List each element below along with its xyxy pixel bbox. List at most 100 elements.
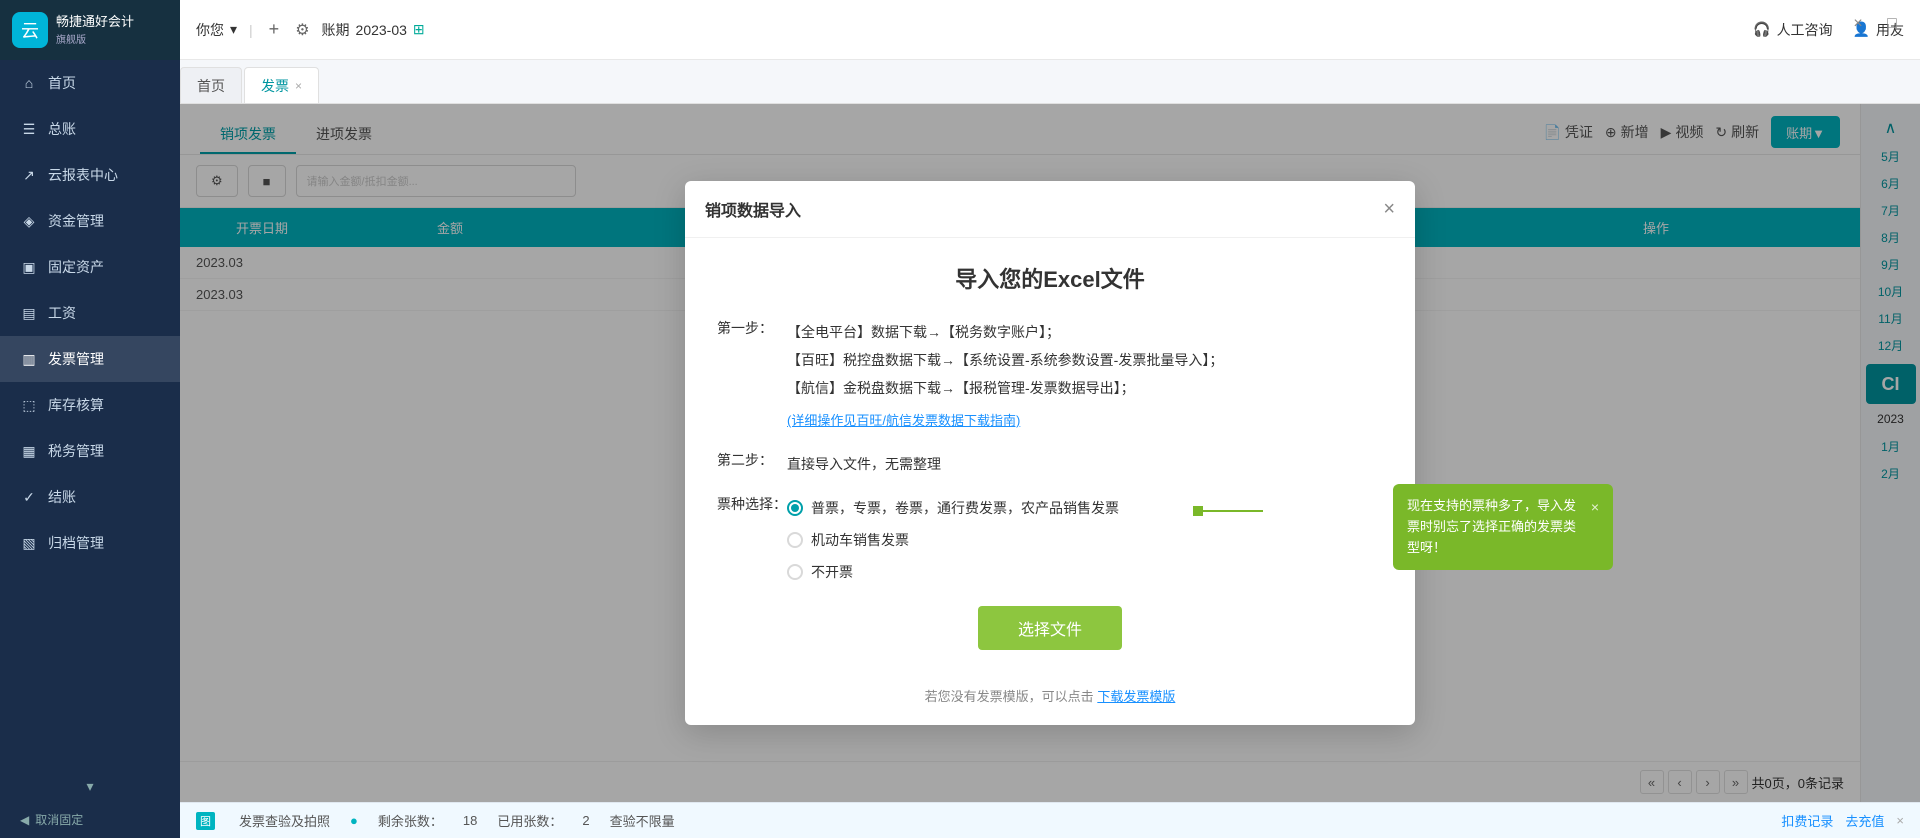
- tab-invoice-close[interactable]: ×: [295, 79, 302, 93]
- service-name: 发票查验及拍照: [239, 811, 330, 830]
- sidebar-item-tax[interactable]: ▦ 税务管理: [0, 428, 180, 474]
- topbar: 你您 ▾ | + ⚙ 账期 2023-03 ⊞ 🎧 人工咨询 👤 用友: [180, 0, 1920, 60]
- sidebar-item-report[interactable]: ↗ 云报表中心: [0, 152, 180, 198]
- ticket-type-row: 票种选择： 普票，专票，卷票，通行费发票，农产品销售发票 机动车销售发票: [717, 494, 1383, 582]
- modal-close-button[interactable]: ×: [1383, 199, 1395, 219]
- radio-no-ticket[interactable]: 不开票: [787, 562, 1119, 582]
- speaker-icon: ◀: [20, 813, 29, 827]
- asset-icon: ▣: [20, 258, 38, 276]
- sidebar-item-label: 云报表中心: [48, 165, 118, 185]
- tooltip-bubble: × 现在支持的票种多了，导入发票时别忘了选择正确的发票类型呀！: [1393, 484, 1613, 570]
- sidebar-item-label: 结账: [48, 487, 76, 507]
- period-value: 2023-03: [356, 22, 407, 38]
- used-value: 2: [582, 813, 589, 828]
- step1-guide-link[interactable]: (详细操作见百旺/航信发票数据下载指南): [787, 413, 1020, 428]
- step1-content: 【全电平台】数据下载→【税务数字账户】； 【百旺】税控盘数据下载→【系统设置-系…: [787, 318, 1383, 434]
- service-status-dot: ●: [350, 813, 358, 828]
- sidebar-item-label: 发票管理: [48, 349, 104, 369]
- remaining-label: 剩余张数：: [378, 811, 443, 830]
- tooltip-close-btn[interactable]: ×: [1591, 496, 1599, 518]
- radio-circle-normal: [787, 500, 803, 516]
- recharge-record-link[interactable]: 扣费记录: [1781, 811, 1833, 830]
- tab-invoice-label: 发票: [261, 76, 289, 96]
- tabbar: 首页 发票 ×: [180, 60, 1920, 104]
- sidebar: 云 畅捷通好会计 旗舰版 ⌂ 首页 ☰ 总账 ↗ 云报表中心 ◈ 资金管理: [0, 0, 180, 838]
- window-controls: × □: [1846, 12, 1904, 36]
- tab-invoice[interactable]: 发票 ×: [244, 67, 319, 103]
- modal-overlay: 销项数据导入 × 导入您的Excel文件 第一步： 【全电平台】数据下载→【税务…: [180, 104, 1920, 802]
- sidebar-item-settle[interactable]: ✓ 结账: [0, 474, 180, 520]
- tooltip-line: [1203, 510, 1263, 512]
- sidebar-item-inventory[interactable]: ⬚ 库存核算: [0, 382, 180, 428]
- tooltip-text: 现在支持的票种多了，导入发票时别忘了选择正确的发票类型呀！: [1407, 498, 1576, 555]
- sidebar-item-invoice[interactable]: ▥ 发票管理: [0, 336, 180, 382]
- sidebar-nav: ⌂ 首页 ☰ 总账 ↗ 云报表中心 ◈ 资金管理 ▣ 固定资产 ▤ 工资: [0, 60, 180, 772]
- status-bar: 图 发票查验及拍照 ● 剩余张数： 18 已用张数： 2 查验不限量 扣费记录 …: [180, 802, 1920, 838]
- content-area: 销项发票 进项发票 📄 凭证 ⊕ 新增: [180, 104, 1920, 802]
- radio-normal-ticket[interactable]: 普票，专票，卷票，通行费发票，农产品销售发票: [787, 498, 1119, 518]
- service-button[interactable]: 🎧 人工咨询: [1753, 20, 1832, 40]
- modal-header: 销项数据导入 ×: [685, 181, 1415, 238]
- topbar-separator: |: [249, 22, 253, 38]
- sidebar-item-salary[interactable]: ▤ 工资: [0, 290, 180, 336]
- step1-line1: 【全电平台】数据下载→【税务数字账户】；: [787, 318, 1383, 346]
- tooltip-connector: [1193, 506, 1263, 516]
- import-modal: 销项数据导入 × 导入您的Excel文件 第一步： 【全电平台】数据下载→【税务…: [685, 181, 1415, 725]
- sidebar-item-asset[interactable]: ▣ 固定资产: [0, 244, 180, 290]
- sidebar-item-fund[interactable]: ◈ 资金管理: [0, 198, 180, 244]
- status-bar-close[interactable]: ×: [1896, 813, 1904, 828]
- sidebar-item-home[interactable]: ⌂ 首页: [0, 60, 180, 106]
- doc-icon: 图: [196, 812, 215, 830]
- radio-normal-label: 普票，专票，卷票，通行费发票，农产品销售发票: [811, 498, 1119, 518]
- logo-icon: 云: [12, 12, 48, 48]
- download-template-link[interactable]: 下载发票模版: [1097, 689, 1175, 704]
- settings-icon[interactable]: ⚙: [295, 20, 309, 40]
- sidebar-item-label: 固定资产: [48, 257, 104, 277]
- add-tab-button[interactable]: +: [265, 15, 284, 44]
- calendar-icon[interactable]: ⊞: [413, 21, 425, 38]
- sidebar-item-label: 归档管理: [48, 533, 104, 553]
- radio-vehicle-ticket[interactable]: 机动车销售发票: [787, 530, 1119, 550]
- period-label: 账期: [322, 20, 350, 40]
- tab-home[interactable]: 首页: [180, 67, 242, 103]
- report-icon: ↗: [20, 166, 38, 184]
- company-name: 你您: [196, 20, 224, 40]
- company-selector[interactable]: 你您 ▾: [196, 20, 237, 40]
- sidebar-item-archive[interactable]: ▧ 归档管理: [0, 520, 180, 566]
- remaining-value: 18: [463, 813, 477, 828]
- modal-title: 销项数据导入: [705, 197, 801, 221]
- radio-no-label: 不开票: [811, 562, 853, 582]
- window-close-btn[interactable]: ×: [1846, 12, 1870, 36]
- tab-home-label: 首页: [197, 76, 225, 96]
- archive-icon: ▧: [20, 534, 38, 552]
- invoice-icon: ▥: [20, 350, 38, 368]
- step2-label: 第二步：: [717, 450, 787, 478]
- sidebar-bottom-label: 取消固定: [35, 811, 83, 828]
- sidebar-logo: 云 畅捷通好会计 旗舰版: [0, 0, 180, 60]
- radio-vehicle-label: 机动车销售发票: [811, 530, 909, 550]
- sidebar-item-ledger[interactable]: ☰ 总账: [0, 106, 180, 152]
- sidebar-item-label: 库存核算: [48, 395, 104, 415]
- sidebar-item-label: 总账: [48, 119, 76, 139]
- sidebar-unpin-btn[interactable]: ◀ 取消固定: [0, 801, 180, 838]
- check-label: 查验不限量: [610, 811, 675, 830]
- sidebar-item-label: 资金管理: [48, 211, 104, 231]
- select-file-row: 选择文件: [717, 606, 1383, 650]
- logo-sub: 旗舰版: [56, 31, 134, 46]
- ticket-radio-group: 普票，专票，卷票，通行费发票，农产品销售发票 机动车销售发票 不开票: [787, 498, 1119, 582]
- salary-icon: ▤: [20, 304, 38, 322]
- modal-footer: 若您没有发票模版，可以点击 下载发票模版: [685, 686, 1415, 725]
- radio-circle-no: [787, 564, 803, 580]
- select-file-button[interactable]: 选择文件: [978, 606, 1122, 650]
- sidebar-item-label: 税务管理: [48, 441, 104, 461]
- radio-circle-vehicle: [787, 532, 803, 548]
- go-charge-link[interactable]: 去充值: [1845, 811, 1884, 830]
- sidebar-item-label: 首页: [48, 73, 76, 93]
- step1-row: 第一步： 【全电平台】数据下载→【税务数字账户】； 【百旺】税控盘数据下载→【系…: [717, 318, 1383, 434]
- step1-line3: 【航信】金税盘数据下载→【报税管理-发票数据导出】；: [787, 374, 1383, 402]
- window-maximize-btn[interactable]: □: [1880, 12, 1904, 36]
- footer-text: 若您没有发票模版，可以点击: [925, 689, 1094, 704]
- sidebar-scroll-down[interactable]: ▾: [0, 772, 180, 801]
- tooltip-dot: [1193, 506, 1203, 516]
- step1-line2: 【百旺】税控盘数据下载→【系统设置-系统参数设置-发票批量导入】；: [787, 346, 1383, 374]
